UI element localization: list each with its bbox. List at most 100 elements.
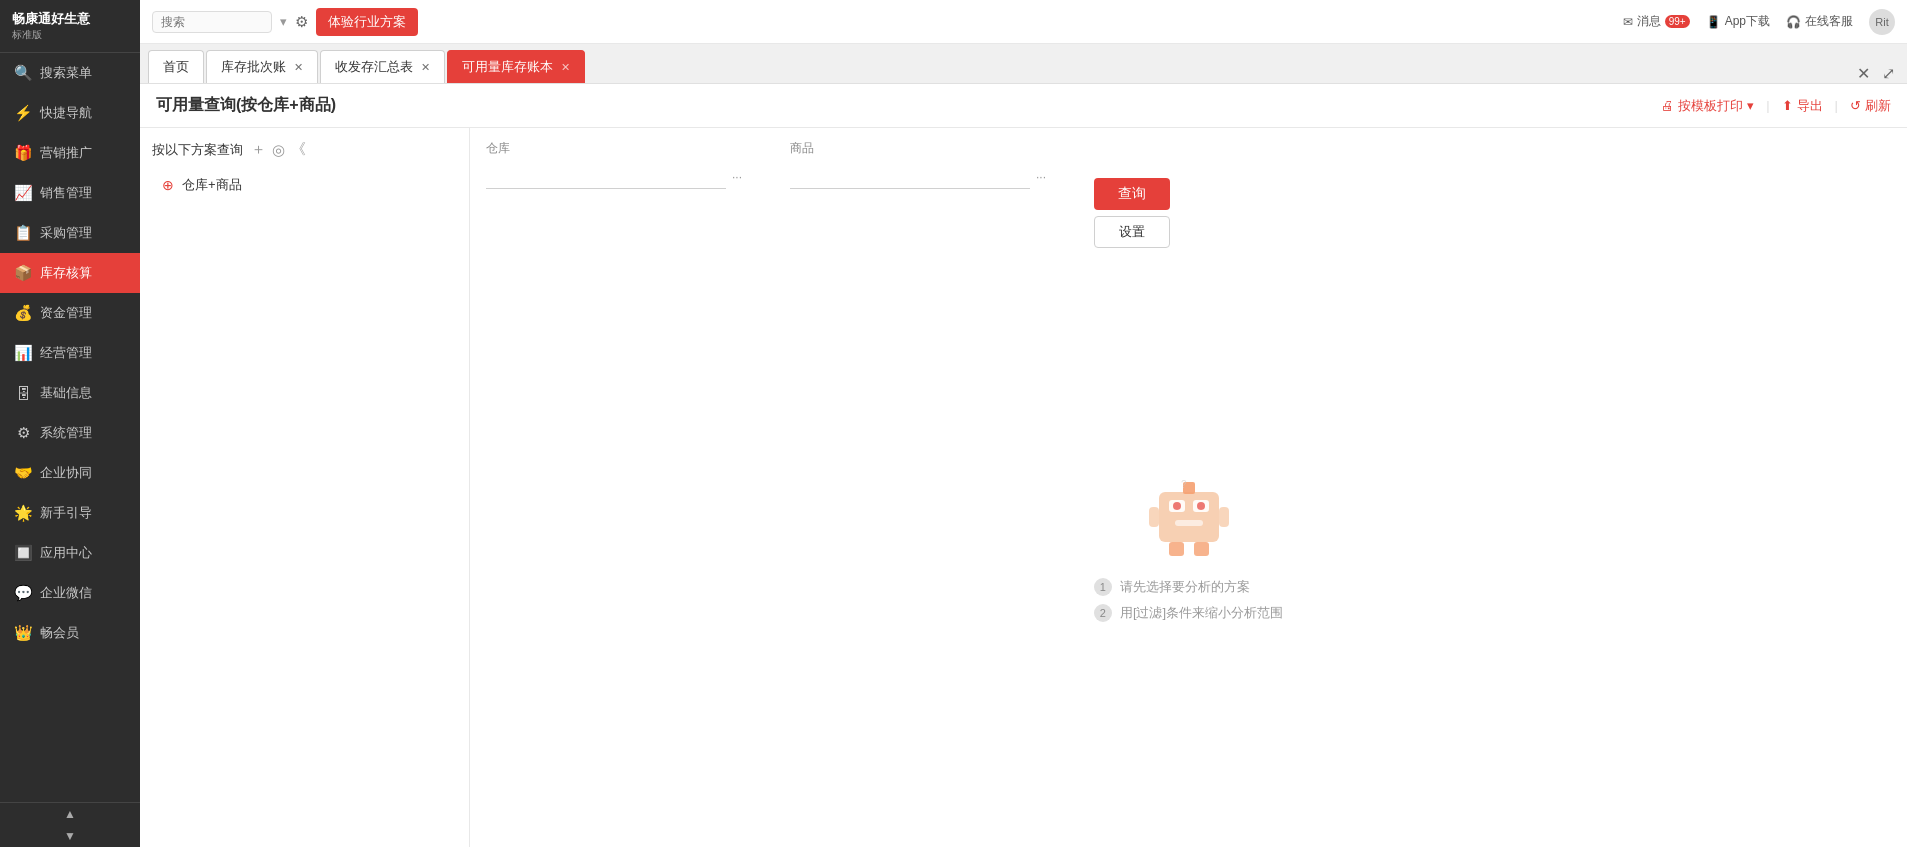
appcenter-icon: 🔲 (14, 544, 32, 562)
newbie-icon: 🌟 (14, 504, 32, 522)
finance-icon: 💰 (14, 304, 32, 322)
sidebar-item-cooperation[interactable]: 🤝 企业协同 (0, 453, 140, 493)
refresh-icon: ↺ (1850, 98, 1861, 113)
tabbar: 首页 库存批次账 ✕ 收发存汇总表 ✕ 可用量库存账本 ✕ ✕ ⤢ (140, 44, 1907, 84)
scroll-down-icon[interactable]: ▼ (64, 829, 76, 843)
sidebar-item-label: 新手引导 (40, 504, 92, 522)
sidebar-item-basic[interactable]: 🗄 基础信息 (0, 373, 140, 413)
sidebar-item-label: 企业协同 (40, 464, 92, 482)
headset-icon: 🎧 (1786, 15, 1801, 29)
topbar: ▾ ⚙ 体验行业方案 ✉ 消息 99+ 📱 App下载 🎧 在线客服 Rit (140, 0, 1907, 44)
sidebar-item-system[interactable]: ⚙ 系统管理 (0, 413, 140, 453)
sidebar-item-finance[interactable]: 💰 资金管理 (0, 293, 140, 333)
mobile-icon: 📱 (1706, 15, 1721, 29)
message-btn[interactable]: ✉ 消息 99+ (1623, 13, 1690, 30)
svg-rect-9 (1169, 542, 1184, 556)
query-area: 仓库 ··· 商品 ··· 查询 设置 (470, 128, 1907, 847)
svg-rect-7 (1149, 507, 1159, 527)
svg-text:?: ? (1181, 479, 1187, 490)
notification-badge: 99+ (1665, 15, 1690, 28)
refresh-button[interactable]: ↺ 刷新 (1850, 97, 1891, 115)
sidebar-item-label: 快捷导航 (40, 104, 92, 122)
scheme-icon: ⊕ (162, 177, 174, 193)
maximize-window-button[interactable]: ⤢ (1878, 64, 1899, 83)
add-scheme-button[interactable]: ＋ (251, 140, 266, 159)
filter-panel-actions: ＋ ◎ 《 (251, 140, 306, 159)
svg-rect-5 (1175, 520, 1203, 526)
search-icon: 🔍 (14, 64, 32, 82)
chevron-down-icon[interactable]: ▾ (280, 14, 287, 29)
topbar-right: ✉ 消息 99+ 📱 App下载 🎧 在线客服 Rit (1623, 9, 1895, 35)
query-buttons: 查询 设置 (1094, 140, 1170, 248)
tab-home[interactable]: 首页 (148, 50, 204, 83)
sidebar-item-label: 经营管理 (40, 344, 92, 362)
print-button[interactable]: 🖨 按模板打印 ▾ (1661, 97, 1754, 115)
purchase-icon: 📋 (14, 224, 32, 242)
sidebar-item-purchase[interactable]: 📋 采购管理 (0, 213, 140, 253)
tab-batch-account[interactable]: 库存批次账 ✕ (206, 50, 318, 83)
message-icon: ✉ (1623, 15, 1633, 29)
svg-rect-0 (1159, 492, 1219, 542)
tab-summary[interactable]: 收发存汇总表 ✕ (320, 50, 445, 83)
sidebar-item-newbie[interactable]: 🌟 新手引导 (0, 493, 140, 533)
sidebar-item-shortcut[interactable]: ⚡ 快捷导航 (0, 93, 140, 133)
close-icon[interactable]: ✕ (561, 61, 570, 74)
search-input[interactable] (152, 11, 272, 33)
tab-label: 库存批次账 (221, 58, 286, 76)
filter-scheme-label: 仓库+商品 (182, 176, 242, 194)
warehouse-label: 仓库 (486, 140, 766, 157)
gift-icon: 🎁 (14, 144, 32, 162)
tip-num-1: 1 (1094, 578, 1112, 596)
sidebar-item-label: 畅会员 (40, 624, 79, 642)
svg-point-3 (1173, 502, 1181, 510)
scroll-up-icon[interactable]: ▲ (64, 807, 76, 821)
flash-icon: ⚡ (14, 104, 32, 122)
dropdown-icon: ▾ (1747, 98, 1754, 113)
online-service-btn[interactable]: 🎧 在线客服 (1786, 13, 1853, 30)
goods-input-row: ··· (790, 165, 1070, 189)
cooperation-icon: 🤝 (14, 464, 32, 482)
svg-rect-10 (1194, 542, 1209, 556)
sidebar-item-label: 系统管理 (40, 424, 92, 442)
gear-icon[interactable]: ⚙ (295, 13, 308, 31)
collapse-panel-button[interactable]: 《 (291, 140, 306, 159)
tab-available[interactable]: 可用量库存账本 ✕ (447, 50, 585, 83)
sidebar-item-search[interactable]: 🔍 搜索菜单 (0, 53, 140, 93)
empty-illustration: ? (1139, 462, 1239, 562)
close-window-button[interactable]: ✕ (1853, 64, 1874, 83)
svg-point-4 (1197, 502, 1205, 510)
message-label: 消息 (1637, 13, 1661, 30)
sidebar-item-label: 销售管理 (40, 184, 92, 202)
sidebar-item-appcenter[interactable]: 🔲 应用中心 (0, 533, 140, 573)
page-header: 可用量查询(按仓库+商品) 🖨 按模板打印 ▾ | ⬆ 导出 | ↺ 刷新 (140, 84, 1907, 128)
goods-input[interactable] (790, 165, 1030, 189)
svg-rect-8 (1219, 507, 1229, 527)
sidebar-item-inventory[interactable]: 📦 库存核算 (0, 253, 140, 293)
inventory-icon: 📦 (14, 264, 32, 282)
sidebar-item-member[interactable]: 👑 畅会员 (0, 613, 140, 653)
empty-tips: 1 请先选择要分析的方案 2 用[过滤]条件来缩小分析范围 (1094, 578, 1283, 622)
sales-icon: 📈 (14, 184, 32, 202)
app-download-btn[interactable]: 📱 App下载 (1706, 13, 1770, 30)
warehouse-input[interactable] (486, 165, 726, 189)
sidebar-item-sales[interactable]: 📈 销售管理 (0, 173, 140, 213)
close-icon[interactable]: ✕ (421, 61, 430, 74)
query-button[interactable]: 查询 (1094, 178, 1170, 210)
trial-button[interactable]: 体验行业方案 (316, 8, 418, 36)
avatar[interactable]: Rit (1869, 9, 1895, 35)
filter-panel-title: 按以下方案查询 ＋ ◎ 《 (152, 140, 457, 159)
warehouse-input-row: ··· (486, 165, 766, 189)
goods-more-button[interactable]: ··· (1036, 170, 1046, 184)
settings-button[interactable]: 设置 (1094, 216, 1170, 248)
sidebar-item-operation[interactable]: 📊 经营管理 (0, 333, 140, 373)
sidebar-item-label: 搜索菜单 (40, 64, 92, 82)
sidebar-item-wechat[interactable]: 💬 企业微信 (0, 573, 140, 613)
settings-scheme-button[interactable]: ◎ (272, 141, 285, 159)
export-button[interactable]: ⬆ 导出 (1782, 97, 1823, 115)
filter-scheme-item[interactable]: ⊕ 仓库+商品 (152, 169, 457, 201)
page-actions: 🖨 按模板打印 ▾ | ⬆ 导出 | ↺ 刷新 (1661, 97, 1891, 115)
warehouse-more-button[interactable]: ··· (732, 170, 742, 184)
sidebar-item-marketing[interactable]: 🎁 营销推广 (0, 133, 140, 173)
close-icon[interactable]: ✕ (294, 61, 303, 74)
warehouse-field-group: 仓库 ··· (486, 140, 766, 189)
